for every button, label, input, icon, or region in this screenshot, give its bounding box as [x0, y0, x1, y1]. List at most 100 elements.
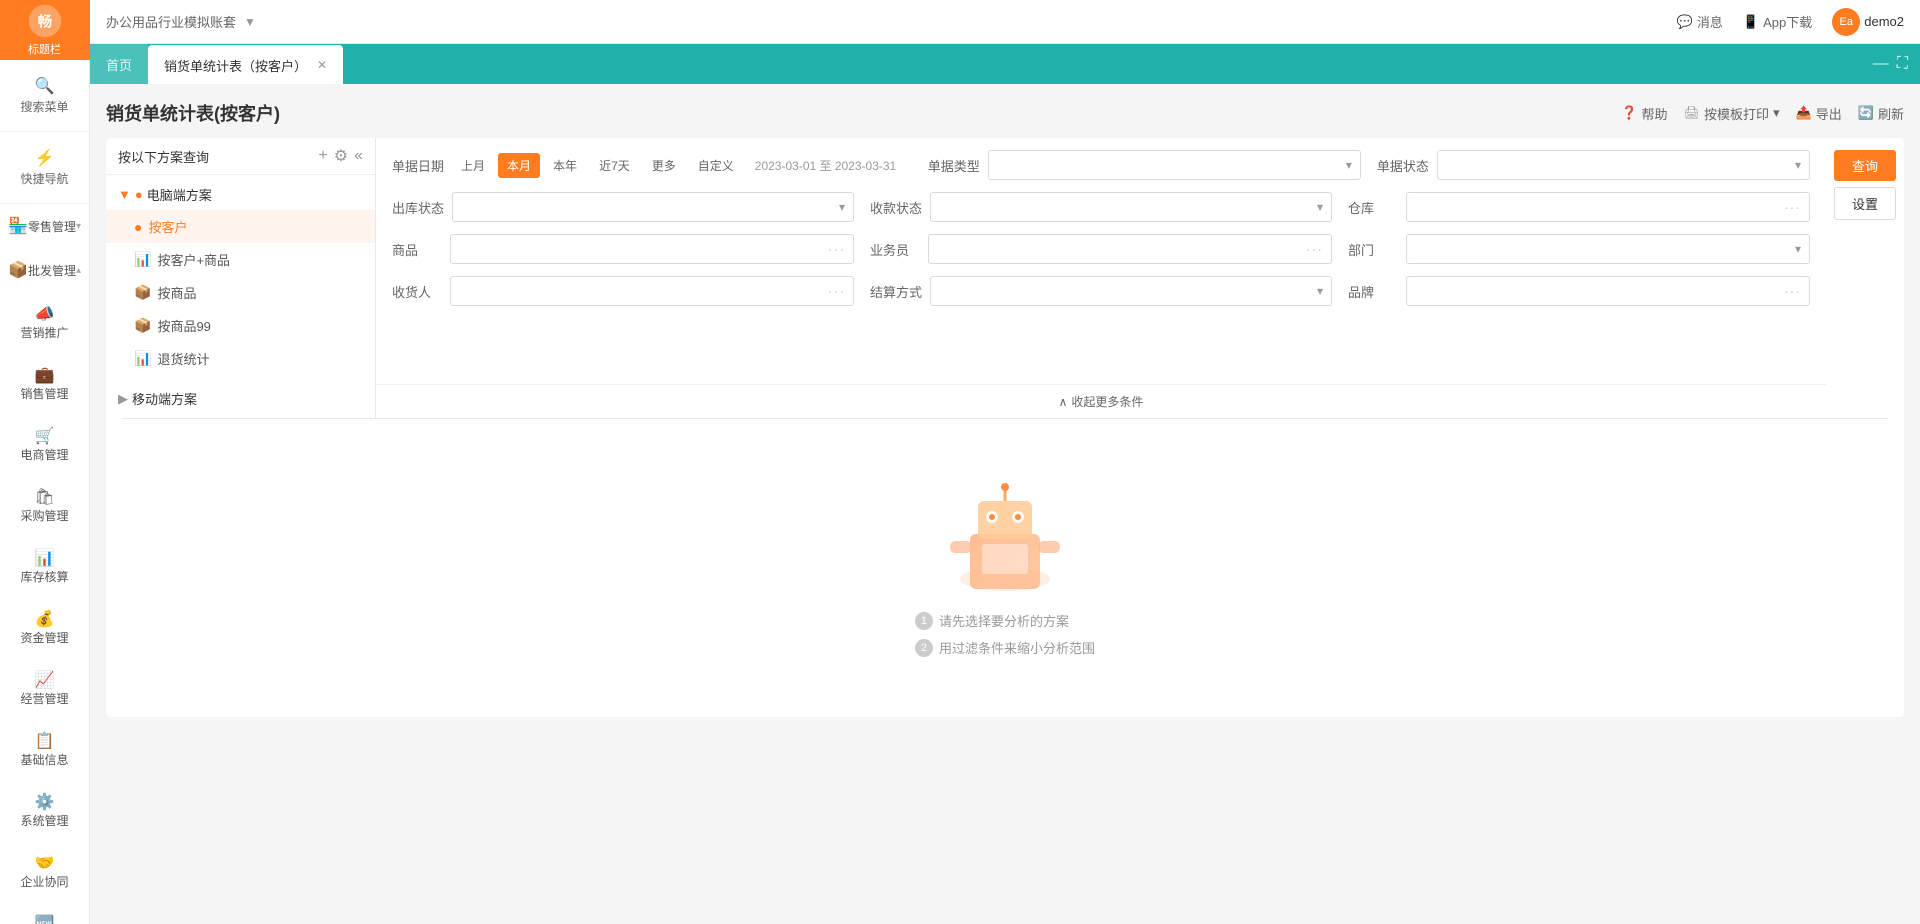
scheme-settings-button[interactable]: ⚙ [334, 146, 348, 166]
sidebar-item-newuser[interactable]: 🆕 新手引导 [0, 902, 89, 924]
sidebar-item-system[interactable]: ⚙️ 系统管理 [0, 780, 89, 841]
goods-dots-icon: ··· [828, 241, 845, 257]
sidebar-item-inventory[interactable]: 📊 库存核算 [0, 536, 89, 597]
salesperson-control[interactable]: ··· [928, 234, 1332, 264]
desktop-section-dot: ● [135, 187, 143, 202]
quick-nav[interactable]: ⚡ 快捷导航 [0, 132, 89, 204]
goods-control[interactable]: ··· [450, 234, 854, 264]
sidebar-item-sales[interactable]: 💼 销售管理 [0, 353, 89, 414]
hint-1-number: 1 [915, 612, 933, 630]
sidebar-item-marketing[interactable]: 📣 营销推广 [0, 292, 89, 353]
scheme-section-mobile-header[interactable]: ▶ 移动端方案 [106, 383, 375, 414]
sidebar-item-operations-label: 经营管理 [20, 690, 68, 707]
sidebar-item-wholesale-label: 批发管理 [28, 262, 76, 279]
payment-control[interactable]: ▾ [930, 276, 1332, 306]
date-group: 上月 本月 本年 近7天 更多 自定义 [452, 153, 743, 178]
settings-button[interactable]: 设置 [1834, 187, 1896, 220]
scheme-section-desktop-header[interactable]: ▼ ● 电脑端方案 [106, 179, 375, 210]
scheme-item-by-goods[interactable]: 📦 按商品 [106, 276, 375, 309]
doc-status-label: 单据状态 [1377, 156, 1429, 175]
date-btn-last-7-days[interactable]: 近7天 [590, 153, 639, 178]
query-button[interactable]: 查询 [1834, 150, 1896, 181]
topbar-user[interactable]: Ea demo2 [1832, 8, 1904, 36]
topbar: 办公用品行业模拟账套 ▼ 💬 消息 📱 App下载 Ea demo2 [90, 0, 1920, 44]
topbar-app-download[interactable]: 📱 App下载 [1743, 12, 1812, 31]
sidebar-item-enterprise-label: 企业协同 [20, 873, 68, 890]
by-goods-99-label: 按商品99 [157, 316, 210, 335]
topbar-dropdown-icon[interactable]: ▼ [244, 15, 256, 29]
filter-goods-field: 商品 ··· [392, 234, 854, 264]
hint-1-text: 请先选择要分析的方案 [939, 611, 1069, 630]
out-status-control[interactable]: ▾ [452, 192, 854, 222]
sidebar-item-operations[interactable]: 📈 经营管理 [0, 658, 89, 719]
sidebar-item-ecommerce[interactable]: 🛒 电商管理 [0, 414, 89, 475]
sidebar-search[interactable]: 🔍 搜索菜单 [0, 60, 89, 132]
main-area: 办公用品行业模拟账套 ▼ 💬 消息 📱 App下载 Ea demo2 首页 [90, 0, 1920, 924]
message-icon: 💬 [1677, 14, 1693, 30]
department-control[interactable]: ▾ [1406, 234, 1810, 264]
filter-row-4: 收货人 ··· 结算方式 ▾ [392, 276, 1810, 306]
tab-minimize-icon[interactable]: — [1873, 55, 1889, 73]
date-btn-last-month[interactable]: 上月 [452, 153, 494, 178]
sidebar-item-inventory-label: 库存核算 [20, 568, 68, 585]
sidebar-item-basic[interactable]: 📋 基础信息 [0, 719, 89, 780]
doc-status-arrow-icon: ▾ [1795, 158, 1801, 172]
filter-warehouse-field: 仓库 ··· [1348, 192, 1810, 222]
collapse-bar[interactable]: ∧ 收起更多条件 [376, 384, 1826, 418]
receipt-status-arrow-icon: ▾ [1317, 200, 1323, 214]
by-customer-icon: ● [134, 219, 142, 235]
date-btn-this-year[interactable]: 本年 [544, 153, 586, 178]
sidebar-item-retail-label: 零售管理 [28, 218, 76, 235]
export-button[interactable]: 📤 导出 [1796, 104, 1842, 123]
app-logo[interactable]: 畅 标题栏 [0, 0, 90, 60]
tab-expand-icon[interactable]: ⛶ [1897, 55, 1908, 73]
desktop-section-label: 电脑端方案 [147, 185, 212, 204]
tab-close-icon[interactable]: ✕ [317, 58, 327, 72]
doc-status-control[interactable]: ▾ [1437, 150, 1810, 180]
doc-type-control[interactable]: ▾ [988, 150, 1361, 180]
tab-home-label: 首页 [106, 55, 132, 74]
sidebar-item-wholesale[interactable]: 📦 批发管理 ▴ [0, 248, 89, 292]
scheme-collapse-button[interactable]: « [354, 147, 363, 165]
date-btn-this-month[interactable]: 本月 [498, 153, 540, 178]
scheme-item-by-customer[interactable]: ● 按客户 [106, 210, 375, 243]
receipt-status-control[interactable]: ▾ [930, 192, 1332, 222]
filter-receipt-status-field: 收款状态 ▾ [870, 192, 1332, 222]
filter-row-1: 单据日期 上月 本月 本年 近7天 更多 自定义 2023-03-01 至 20… [392, 150, 1810, 180]
date-btn-more[interactable]: 更多 [643, 153, 685, 178]
scheme-item-by-goods-99[interactable]: 📦 按商品99 [106, 309, 375, 342]
doc-type-arrow-icon: ▾ [1346, 158, 1352, 172]
sidebar-item-purchase[interactable]: 🛍 采购管理 [0, 475, 89, 536]
empty-state-hints: 1 请先选择要分析的方案 2 用过滤条件来缩小分析范围 [915, 611, 1095, 657]
date-btn-custom[interactable]: 自定义 [689, 153, 743, 178]
sidebar-item-finance-label: 资金管理 [20, 629, 68, 646]
hint-2-number: 2 [915, 639, 933, 657]
sidebar-item-retail[interactable]: 🏪 零售管理 ▾ [0, 204, 89, 248]
sidebar-item-enterprise[interactable]: 🤝 企业协同 [0, 841, 89, 902]
scheme-panel: 按以下方案查询 + ⚙ « ▼ ● 电脑端方案 ● [106, 138, 376, 418]
out-status-label: 出库状态 [392, 198, 444, 217]
scheme-item-by-customer-goods[interactable]: 📊 按客户+商品 [106, 243, 375, 276]
brand-control[interactable]: ··· [1406, 276, 1810, 306]
scheme-section-desktop: ▼ ● 电脑端方案 ● 按客户 📊 按客户+商品 [106, 175, 375, 379]
warehouse-control[interactable]: ··· [1406, 192, 1810, 222]
sidebar-item-finance[interactable]: 💰 资金管理 [0, 597, 89, 658]
help-button[interactable]: ❓ 帮助 [1621, 104, 1667, 123]
topbar-message[interactable]: 💬 消息 [1677, 12, 1723, 31]
export-label: 导出 [1816, 104, 1842, 123]
refresh-button[interactable]: 🔄 刷新 [1858, 104, 1904, 123]
filter-salesperson-field: 业务员 ··· [870, 234, 1332, 264]
receiver-control[interactable]: ··· [450, 276, 854, 306]
mobile-section-label: 移动端方案 [132, 389, 197, 408]
filter-doc-status-field: 单据状态 ▾ [1377, 150, 1810, 180]
tab-home[interactable]: 首页 [90, 44, 148, 84]
scheme-item-return-stats[interactable]: 📊 退货统计 [106, 342, 375, 375]
filter-department-field: 部门 ▾ [1348, 234, 1810, 264]
tab-sales-stats[interactable]: 销货单统计表（按客户） ✕ [148, 45, 343, 85]
page-header-actions: ❓ 帮助 🖨 按模板打印 ▾ 📤 导出 🔄 刷新 [1621, 104, 1904, 123]
brand-label: 品牌 [1348, 282, 1398, 301]
scheme-add-button[interactable]: + [318, 147, 327, 165]
username-label: demo2 [1864, 14, 1904, 29]
sidebar-item-ecommerce-label: 电商管理 [20, 446, 68, 463]
print-button[interactable]: 🖨 按模板打印 ▾ [1684, 104, 1780, 123]
